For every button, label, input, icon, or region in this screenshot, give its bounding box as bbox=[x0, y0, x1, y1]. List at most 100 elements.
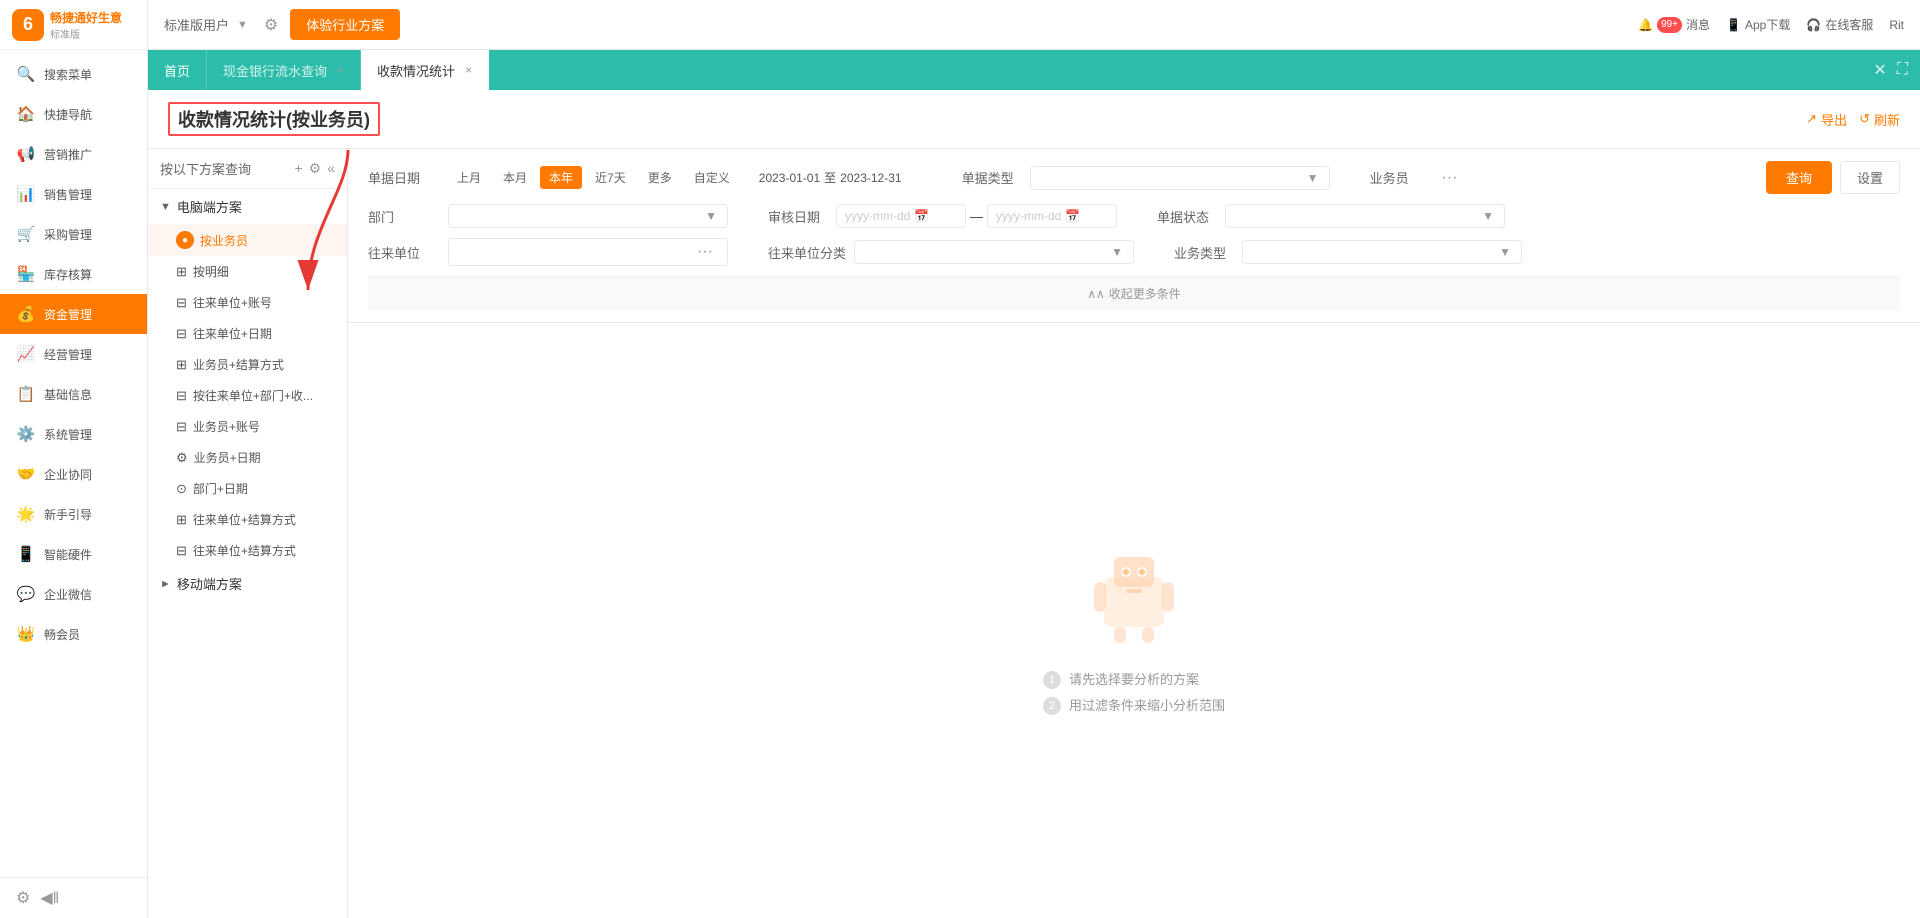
sidebar-item-funds[interactable]: 💰 资金管理 bbox=[0, 294, 147, 334]
date-tab-this-year[interactable]: 本年 bbox=[540, 166, 582, 189]
add-scheme-btn[interactable]: + bbox=[294, 160, 302, 177]
partner-category-select[interactable]: ▼ bbox=[854, 240, 1134, 264]
scheme-item-unit-dept[interactable]: ⊟ 按往来单位+部门+收... bbox=[148, 380, 347, 411]
scheme-icon-unit-date: ⊟ bbox=[176, 326, 187, 342]
sidebar-item-enterprise[interactable]: 🤝 企业协同 bbox=[0, 454, 147, 494]
date-tab-7days[interactable]: 近7天 bbox=[586, 166, 635, 189]
sidebar-item-guide[interactable]: 🌟 新手引导 bbox=[0, 494, 147, 534]
partner-category-label: 往来单位分类 bbox=[768, 243, 846, 262]
app-download-label: App下载 bbox=[1745, 16, 1790, 33]
hardware-icon: 📱 bbox=[16, 544, 36, 564]
topbar-gear-btn[interactable]: ⚙ bbox=[264, 15, 278, 35]
scheme-item-by-detail[interactable]: ⊞ 按明细 bbox=[148, 256, 347, 287]
date-tab-custom[interactable]: 自定义 bbox=[685, 166, 739, 189]
collapse-footer-btn[interactable]: ◀‖ bbox=[40, 888, 59, 908]
bank-flow-tab-close[interactable]: × bbox=[337, 63, 344, 77]
date-tab-more[interactable]: 更多 bbox=[639, 166, 681, 189]
business-type-select[interactable]: ▼ bbox=[1242, 240, 1522, 264]
scheme-item-salesman-date[interactable]: ⚙ 业务员+日期 bbox=[148, 442, 347, 473]
sidebar-item-wechat[interactable]: 💬 企业微信 bbox=[0, 574, 147, 614]
partner-select[interactable]: ··· bbox=[448, 238, 728, 266]
scheme-item-unit-settlement1[interactable]: ⊞ 往来单位+结算方式 bbox=[148, 504, 347, 535]
collapse-icon: ∧∧ bbox=[1087, 287, 1105, 301]
scheme-item-dept-date[interactable]: ⊙ 部门+日期 bbox=[148, 473, 347, 504]
sidebar-item-quicknav[interactable]: 🏠 快捷导航 bbox=[0, 94, 147, 134]
sidebar-item-sales[interactable]: 📊 销售管理 bbox=[0, 174, 147, 214]
review-date-start[interactable]: yyyy-mm-dd 📅 bbox=[836, 204, 966, 228]
scheme-group-desktop-header[interactable]: ▼ 电脑端方案 bbox=[148, 189, 347, 224]
scheme-icon-salesman-date: ⚙ bbox=[176, 450, 188, 466]
sidebar-item-member[interactable]: 👑 畅会员 bbox=[0, 614, 147, 654]
scheme-item-by-salesman[interactable]: ● 按业务员 bbox=[148, 224, 347, 256]
scheme-item-unit-settlement2[interactable]: ⊟ 往来单位+结算方式 bbox=[148, 535, 347, 566]
step-1-num: 1 bbox=[1043, 671, 1061, 689]
bank-flow-tab-label: 现金银行流水查询 bbox=[223, 61, 327, 80]
tab-close-all-btn[interactable]: ✕ bbox=[1873, 60, 1886, 80]
empty-step-2: 2 用过滤条件来缩小分析范围 bbox=[1043, 693, 1225, 719]
trial-button[interactable]: 体验行业方案 bbox=[290, 9, 400, 40]
query-button[interactable]: 查询 bbox=[1766, 161, 1832, 194]
tab-bank-flow[interactable]: 现金银行流水查询 × bbox=[207, 50, 361, 90]
collapse-panel-btn[interactable]: « bbox=[327, 160, 335, 177]
left-panel: 按以下方案查询 + ⚙ « ▼ 电脑端方案 ● 按业务员 bbox=[148, 149, 348, 918]
filter-settings-button[interactable]: 设置 bbox=[1840, 161, 1900, 194]
sidebar-item-hardware[interactable]: 📱 智能硬件 bbox=[0, 534, 147, 574]
sidebar-item-search[interactable]: 🔍 搜索菜单 bbox=[0, 54, 147, 94]
logo-text: 畅捷通好生意 标准版 bbox=[50, 9, 122, 41]
partner-label: 往来单位 bbox=[368, 243, 428, 262]
filter-row-3: 往来单位 ··· 往来单位分类 ▼ 业务类型 bbox=[368, 238, 1900, 266]
doc-type-select[interactable]: ▼ bbox=[1030, 166, 1330, 190]
step-2-num: 2 bbox=[1043, 697, 1061, 715]
salesman-more-btn[interactable]: ··· bbox=[1442, 169, 1458, 187]
scheme-icon-detail: ⊞ bbox=[176, 264, 187, 280]
scheme-item-unit-date[interactable]: ⊟ 往来单位+日期 bbox=[148, 318, 347, 349]
sidebar-item-operations[interactable]: 📈 经营管理 bbox=[0, 334, 147, 374]
collapse-row[interactable]: ∧∧ 收起更多条件 bbox=[368, 276, 1900, 310]
scheme-item-salesman-settlement[interactable]: ⊞ 业务员+结算方式 bbox=[148, 349, 347, 380]
notifications-badge: 99+ bbox=[1657, 17, 1682, 33]
tab-home[interactable]: 首页 bbox=[148, 50, 207, 90]
collection-stats-tab-close[interactable]: × bbox=[465, 63, 472, 77]
home-icon: 🏠 bbox=[16, 104, 36, 124]
date-tab-this-month[interactable]: 本月 bbox=[494, 166, 536, 189]
sidebar-item-basic-info[interactable]: 📋 基础信息 bbox=[0, 374, 147, 414]
scheme-item-salesman-account[interactable]: ⊟ 业务员+账号 bbox=[148, 411, 347, 442]
sidebar-item-system[interactable]: ⚙️ 系统管理 bbox=[0, 414, 147, 454]
notifications-label: 消息 bbox=[1686, 16, 1710, 33]
scheme-icon-unit-settlement2: ⊟ bbox=[176, 543, 187, 559]
download-icon: 📱 bbox=[1726, 18, 1741, 32]
dept-select[interactable]: ▼ bbox=[448, 204, 728, 228]
sidebar-footer: ⚙ ◀‖ bbox=[0, 877, 147, 918]
scheme-settings-btn[interactable]: ⚙ bbox=[309, 160, 322, 177]
tab-collection-stats[interactable]: 收款情况统计 × bbox=[361, 50, 489, 90]
partner-more-btn[interactable]: ··· bbox=[697, 243, 713, 261]
topbar-breadcrumb: 标准版用户 ▼ bbox=[164, 15, 248, 34]
desktop-group-arrow: ▼ bbox=[160, 201, 171, 213]
app-download-btn[interactable]: 📱 App下载 bbox=[1726, 16, 1790, 33]
settings-footer-btn[interactable]: ⚙ bbox=[16, 888, 30, 908]
left-panel-header: 按以下方案查询 + ⚙ « bbox=[148, 149, 347, 189]
scheme-item-unit-account[interactable]: ⊟ 往来单位+账号 bbox=[148, 287, 347, 318]
basic-info-icon: 📋 bbox=[16, 384, 36, 404]
review-date-end[interactable]: yyyy-mm-dd 📅 bbox=[987, 204, 1117, 228]
export-button[interactable]: ↗ 导出 bbox=[1806, 110, 1847, 129]
notifications-btn[interactable]: 🔔 99+ 消息 bbox=[1638, 16, 1710, 33]
user-name-btn[interactable]: Rit bbox=[1889, 18, 1904, 32]
sidebar-item-marketing[interactable]: 📢 营销推广 bbox=[0, 134, 147, 174]
filter-row-2: 部门 ▼ 审核日期 yyyy-mm-dd 📅 — bbox=[368, 204, 1900, 228]
sidebar-item-purchase[interactable]: 🛒 采购管理 bbox=[0, 214, 147, 254]
scheme-icon-salesman-account: ⊟ bbox=[176, 419, 187, 435]
guide-icon: 🌟 bbox=[16, 504, 36, 524]
wechat-icon: 💬 bbox=[16, 584, 36, 604]
refresh-button[interactable]: ↺ 刷新 bbox=[1859, 110, 1900, 129]
review-date-group: yyyy-mm-dd 📅 — yyyy-mm-dd 📅 bbox=[836, 204, 1117, 228]
sidebar-item-inventory[interactable]: 🏪 库存核算 bbox=[0, 254, 147, 294]
export-icon: ↗ bbox=[1806, 111, 1817, 127]
scheme-icon-salesman-settlement: ⊞ bbox=[176, 357, 187, 373]
doc-status-select[interactable]: ▼ bbox=[1225, 204, 1505, 228]
online-service-btn[interactable]: 🎧 在线客服 bbox=[1806, 16, 1873, 33]
inventory-icon: 🏪 bbox=[16, 264, 36, 284]
scheme-group-mobile-header[interactable]: ▼ 移动端方案 bbox=[148, 566, 347, 601]
date-tab-last-month[interactable]: 上月 bbox=[448, 166, 490, 189]
tab-fullscreen-btn[interactable]: ⛶ bbox=[1897, 61, 1908, 79]
